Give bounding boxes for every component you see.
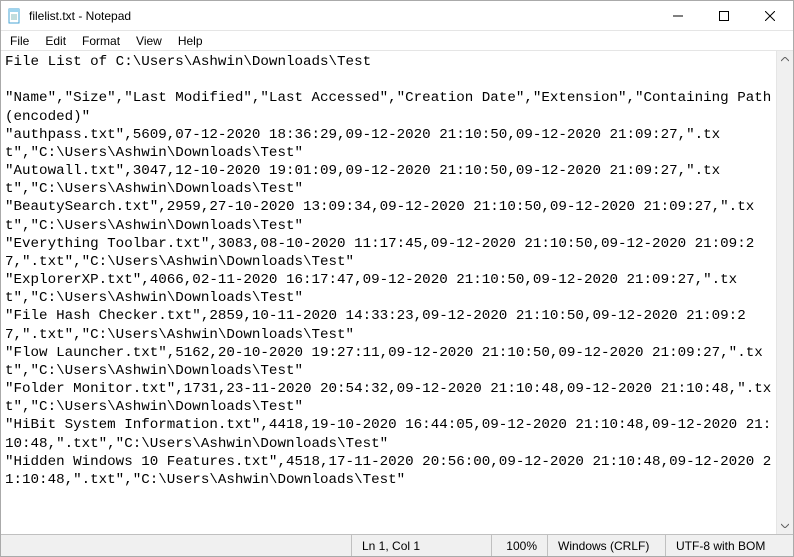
window-controls — [655, 1, 793, 30]
menubar: File Edit Format View Help — [1, 31, 793, 51]
menu-view[interactable]: View — [129, 33, 169, 49]
minimize-button[interactable] — [655, 1, 701, 30]
scroll-up-arrow[interactable] — [777, 51, 793, 68]
text-editor[interactable]: File List of C:\Users\Ashwin\Downloads\T… — [1, 51, 776, 534]
status-spacer — [1, 535, 351, 556]
vertical-scrollbar[interactable] — [776, 51, 793, 534]
window-title: filelist.txt - Notepad — [29, 9, 131, 23]
menu-help[interactable]: Help — [171, 33, 210, 49]
scroll-down-arrow[interactable] — [777, 517, 793, 534]
titlebar: filelist.txt - Notepad — [1, 1, 793, 31]
scroll-track[interactable] — [777, 68, 793, 517]
status-line-ending: Windows (CRLF) — [547, 535, 665, 556]
close-button[interactable] — [747, 1, 793, 30]
content-wrapper: File List of C:\Users\Ashwin\Downloads\T… — [1, 51, 793, 534]
menu-file[interactable]: File — [3, 33, 36, 49]
maximize-button[interactable] — [701, 1, 747, 30]
statusbar: Ln 1, Col 1 100% Windows (CRLF) UTF-8 wi… — [1, 534, 793, 556]
menu-edit[interactable]: Edit — [38, 33, 73, 49]
status-encoding: UTF-8 with BOM — [665, 535, 793, 556]
notepad-icon — [7, 8, 23, 24]
menu-format[interactable]: Format — [75, 33, 127, 49]
status-position: Ln 1, Col 1 — [351, 535, 491, 556]
titlebar-left: filelist.txt - Notepad — [1, 8, 131, 24]
status-zoom: 100% — [491, 535, 547, 556]
